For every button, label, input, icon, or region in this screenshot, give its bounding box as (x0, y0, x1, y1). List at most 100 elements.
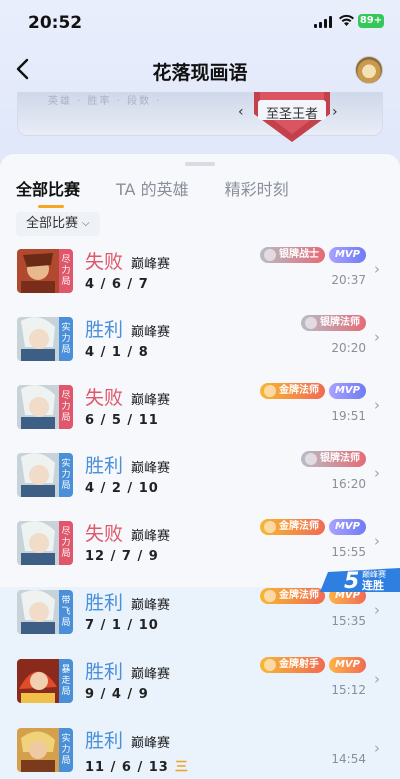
battery-icon: 89+ (358, 14, 384, 28)
match-mode: 巅峰赛 (131, 257, 171, 272)
mvp-badge: MVP (328, 657, 366, 673)
match-kda: 4 / 1 / 8 (85, 345, 149, 360)
match-history-sheet: 全部比赛 TA 的英雄 精彩时刻 全部比赛 ⌵ 尽力局 失败 巅峰赛 4 / 6 / … (0, 154, 400, 779)
mvp-badge: MVP (328, 247, 366, 263)
match-result: 胜利 (85, 319, 124, 341)
match-result: 胜利 (85, 730, 124, 752)
match-kda: 4 / 2 / 10 (85, 481, 159, 496)
hero-portrait: 实力局 (17, 728, 73, 772)
streak-label: 连胜 (362, 578, 384, 592)
hero-portrait: 暴走局 (17, 659, 73, 703)
rank-label: 至圣王者 (265, 107, 318, 122)
match-row[interactable]: 暴走局 胜利 巅峰赛 9 / 4 / 9 金牌射手 MVP 15:12 › (0, 650, 400, 718)
medal-icon (263, 521, 276, 533)
hero-portrait: 尽力局 (17, 385, 73, 429)
chevron-right-icon: › (374, 464, 380, 482)
match-mode: 巅峰赛 (131, 461, 171, 476)
match-row[interactable]: 尽力局 失败 巅峰赛 6 / 5 / 11 金牌法师 MVP 19:51 › (0, 376, 400, 444)
match-time: 14:54 (331, 752, 366, 766)
performance-tag: 尽力局 (59, 521, 73, 565)
chevron-right-icon: › (374, 601, 380, 619)
rank-title-badge: 银牌法师 (301, 451, 366, 467)
hero-portrait: 尽力局 (17, 521, 73, 565)
match-badges: 银牌战士 MVP (259, 247, 366, 263)
hero-portrait: 实力局 (17, 317, 73, 361)
match-time: 20:20 (331, 341, 366, 355)
nav-bar: 花落现画语 (0, 50, 400, 90)
match-mode: 巅峰赛 (131, 736, 171, 751)
match-kda: 6 / 5 / 11 (85, 413, 159, 428)
match-row[interactable]: 实力局 胜利 巅峰赛 4 / 2 / 10 银牌法师 16:20 › (0, 444, 400, 512)
rank-next-button[interactable]: › (332, 104, 338, 120)
medal-icon (263, 659, 276, 671)
tab-their-heroes[interactable]: TA 的英雄 (116, 176, 189, 200)
streak-number: 5 (344, 569, 359, 592)
match-mode: 巅峰赛 (131, 598, 171, 613)
mvp-badge: MVP (328, 383, 366, 399)
match-time: 20:37 (331, 273, 366, 287)
rank-title-badge: 银牌战士 (259, 247, 325, 263)
match-kda: 11 / 6 / 13 三 (85, 760, 188, 775)
match-row[interactable]: 实力局 胜利 巅峰赛 11 / 6 / 13 三 14:54 › (0, 719, 400, 779)
match-badges: 银牌法师 (301, 315, 366, 331)
match-kda: 7 / 1 / 10 (85, 618, 159, 633)
banner-faded-text: 英雄 · 胜率 · 段数 · (48, 96, 162, 107)
user-avatar[interactable] (355, 56, 383, 84)
performance-tag: 尽力局 (59, 249, 73, 293)
chevron-right-icon: › (374, 260, 380, 278)
match-time: 15:55 (331, 545, 366, 559)
match-mode: 巅峰赛 (131, 325, 171, 340)
match-filter-dropdown[interactable]: 全部比赛 ⌵ (16, 212, 100, 236)
signal-icon (314, 16, 332, 28)
match-result: 失败 (85, 523, 124, 545)
match-badges: 金牌法师 MVP (259, 383, 366, 399)
match-time: 15:12 (331, 683, 366, 697)
match-time: 19:51 (331, 409, 366, 423)
kda-extra-mark: 三 (174, 760, 188, 775)
medal-icon (263, 249, 276, 261)
tab-highlights[interactable]: 精彩时刻 (225, 176, 289, 200)
match-time: 16:20 (331, 477, 366, 491)
tab-all-matches[interactable]: 全部比赛 (16, 176, 80, 208)
streak-title: 巅峰赛 (362, 569, 386, 579)
tab-bar: 全部比赛 TA 的英雄 精彩时刻 (16, 176, 289, 208)
rank-title-badge: 金牌法师 (259, 383, 325, 399)
rank-title-badge: 金牌射手 (259, 657, 325, 673)
medal-icon (305, 317, 317, 329)
rank-title-badge: 银牌法师 (301, 315, 366, 331)
match-result: 失败 (85, 387, 124, 409)
chevron-right-icon: › (374, 739, 380, 757)
match-result: 失败 (85, 251, 124, 273)
match-result: 胜利 (85, 592, 124, 614)
chevron-right-icon: › (374, 328, 380, 346)
match-result: 胜利 (85, 661, 124, 683)
match-kda: 12 / 7 / 9 (85, 549, 159, 564)
performance-tag: 实力局 (59, 728, 73, 772)
page-title: 花落现画语 (152, 62, 248, 84)
hero-portrait: 实力局 (17, 453, 73, 497)
sheet-drag-handle[interactable] (185, 162, 215, 166)
hero-portrait: 尽力局 (17, 249, 73, 293)
wifi-icon (339, 14, 354, 26)
chevron-right-icon: › (374, 670, 380, 688)
medal-icon (305, 453, 317, 465)
match-mode: 巅峰赛 (131, 667, 171, 682)
match-mode: 巅峰赛 (131, 529, 171, 544)
performance-tag: 带飞局 (59, 590, 73, 634)
match-row[interactable]: 实力局 胜利 巅峰赛 4 / 1 / 8 银牌法师 20:20 › (0, 308, 400, 376)
match-badges: 金牌射手 MVP (259, 657, 366, 673)
performance-tag: 实力局 (59, 453, 73, 497)
medal-icon (263, 385, 276, 397)
match-badges: 金牌法师 MVP (259, 519, 366, 535)
match-row[interactable]: 尽力局 失败 巅峰赛 4 / 6 / 7 银牌战士 MVP 20:37 › (0, 240, 400, 308)
match-time: 15:35 (331, 614, 366, 628)
mvp-badge: MVP (328, 519, 366, 535)
chevron-right-icon: › (374, 396, 380, 414)
rank-title-badge: 金牌法师 (259, 519, 325, 535)
rank-title-badge: 金牌法师 (259, 588, 325, 604)
rank-prev-button[interactable]: ‹ (238, 104, 244, 120)
win-streak-badge: 5 巅峰赛 连胜 (320, 568, 400, 592)
hero-portrait: 带飞局 (17, 590, 73, 634)
performance-tag: 暴走局 (59, 659, 73, 703)
medal-icon (263, 590, 276, 602)
